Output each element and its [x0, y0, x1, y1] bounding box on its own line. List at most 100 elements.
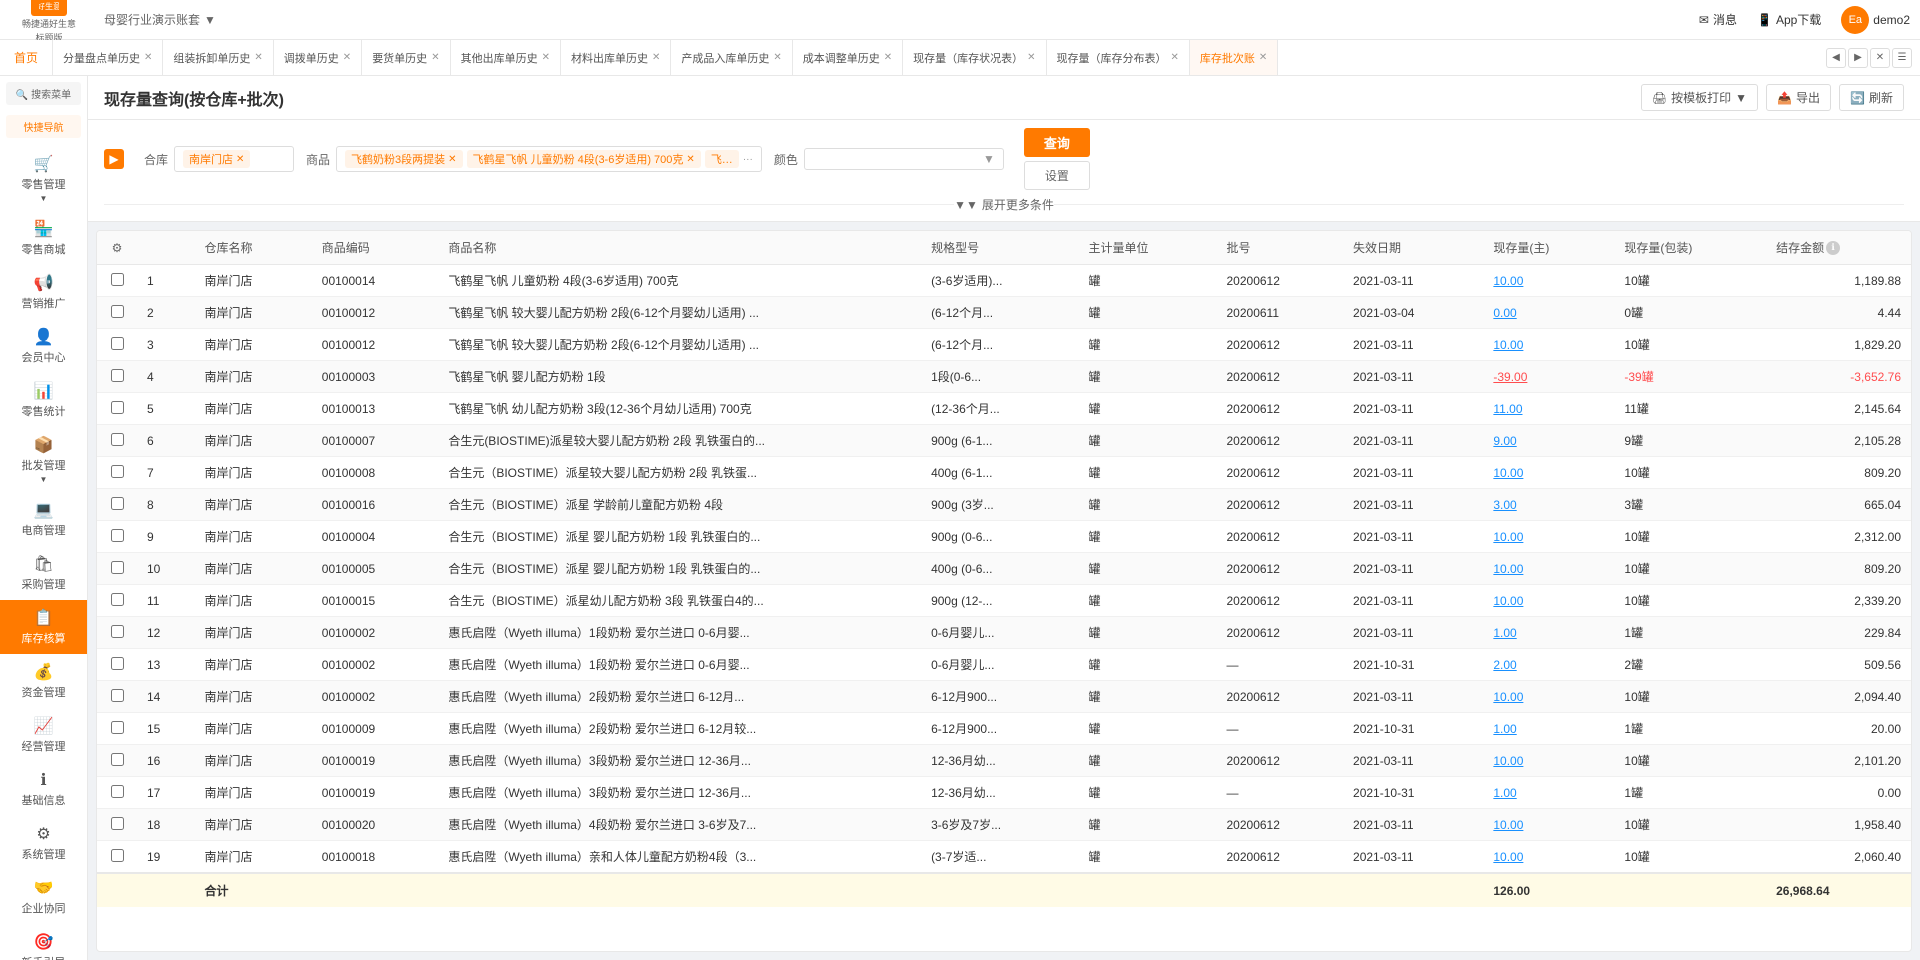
td-settings[interactable]: [97, 553, 137, 585]
td-qty-main[interactable]: 10.00: [1483, 457, 1614, 489]
product-tag-3[interactable]: 飞…: [705, 150, 739, 168]
product-tag-1-close[interactable]: ✕: [448, 154, 456, 165]
settings-btn[interactable]: 设置: [1024, 161, 1090, 190]
warehouse-tag[interactable]: 南岸门店 ✕: [183, 150, 250, 168]
row-checkbox[interactable]: [111, 849, 124, 862]
download-btn[interactable]: 📱 App下载: [1757, 11, 1821, 28]
td-settings[interactable]: [97, 489, 137, 521]
row-checkbox[interactable]: [111, 273, 124, 286]
tab-material-out[interactable]: 材料出库单历史 ✕: [561, 40, 671, 75]
tab-home[interactable]: 首页: [0, 40, 53, 75]
sidebar-shortcut[interactable]: 快捷导航: [6, 115, 81, 138]
expand-more-btn[interactable]: ▼▼ 展开更多条件: [954, 196, 1054, 213]
row-checkbox[interactable]: [111, 657, 124, 670]
row-checkbox[interactable]: [111, 465, 124, 478]
tab-menu-btn[interactable]: ☰: [1892, 48, 1912, 68]
td-settings[interactable]: [97, 585, 137, 617]
row-checkbox[interactable]: [111, 433, 124, 446]
tab-prev-btn[interactable]: ◀: [1826, 48, 1846, 68]
row-checkbox[interactable]: [111, 401, 124, 414]
td-qty-main[interactable]: 10.00: [1483, 809, 1614, 841]
tab-close[interactable]: ✕: [1259, 52, 1267, 63]
td-settings[interactable]: [97, 457, 137, 489]
product-tag-2[interactable]: 飞鹤星飞帆 儿童奶粉 4段(3-6岁适用) 700克 ✕: [467, 150, 701, 168]
refresh-btn[interactable]: 🔄 刷新: [1839, 84, 1904, 111]
tab-disassemble[interactable]: 组装拆卸单历史 ✕: [163, 40, 273, 75]
user-btn[interactable]: Ea demo2: [1841, 6, 1910, 34]
tab-stock-status[interactable]: 现存量（库存状况表） ✕: [903, 40, 1046, 75]
td-qty-main[interactable]: 11.00: [1483, 393, 1614, 425]
td-qty-main[interactable]: 10.00: [1483, 265, 1614, 297]
message-btn[interactable]: ✉ 消息: [1699, 11, 1737, 28]
filter-more-dots[interactable]: ···: [743, 154, 753, 165]
sidebar-item-retail-mgmt[interactable]: 🛒 零售管理 ▼: [0, 146, 87, 211]
td-qty-main[interactable]: 3.00: [1483, 489, 1614, 521]
sidebar-item-ecommerce[interactable]: 💻 电商管理: [0, 492, 87, 546]
tab-mix[interactable]: 调拨单历史 ✕: [274, 40, 362, 75]
sidebar-item-retail-stats[interactable]: 📊 零售统计: [0, 373, 87, 427]
tab-product-in[interactable]: 产成品入库单历史 ✕: [671, 40, 792, 75]
row-checkbox[interactable]: [111, 753, 124, 766]
template-print-btn[interactable]: 🖨 按模板打印 ▼: [1641, 84, 1758, 111]
warehouse-tag-close[interactable]: ✕: [236, 154, 244, 165]
td-settings[interactable]: [97, 649, 137, 681]
sidebar-item-member[interactable]: 👤 会员中心: [0, 319, 87, 373]
sidebar-item-enterprise[interactable]: 🤝 企业协同: [0, 870, 87, 924]
td-settings[interactable]: [97, 425, 137, 457]
td-qty-main[interactable]: 2.00: [1483, 649, 1614, 681]
sidebar-item-purchase[interactable]: 🛍 采购管理: [0, 546, 87, 600]
td-qty-main[interactable]: 10.00: [1483, 681, 1614, 713]
td-qty-main[interactable]: 10.00: [1483, 585, 1614, 617]
row-checkbox[interactable]: [111, 497, 124, 510]
td-settings[interactable]: [97, 361, 137, 393]
td-settings[interactable]: [97, 393, 137, 425]
td-settings[interactable]: [97, 841, 137, 874]
product-tag-1[interactable]: 飞鹤奶粉3段两提装 ✕: [345, 150, 463, 168]
td-settings[interactable]: [97, 809, 137, 841]
th-settings[interactable]: ⚙: [97, 231, 137, 265]
row-checkbox[interactable]: [111, 305, 124, 318]
td-qty-main[interactable]: 10.00: [1483, 841, 1614, 874]
query-btn[interactable]: 查询: [1024, 128, 1090, 157]
row-checkbox[interactable]: [111, 689, 124, 702]
tab-close[interactable]: ✕: [773, 52, 781, 63]
td-settings[interactable]: [97, 297, 137, 329]
export-btn[interactable]: 📤 导出: [1766, 84, 1831, 111]
row-checkbox[interactable]: [111, 369, 124, 382]
tab-other-out[interactable]: 其他出库单历史 ✕: [451, 40, 561, 75]
warehouse-filter-value[interactable]: 南岸门店 ✕: [174, 146, 294, 172]
row-checkbox[interactable]: [111, 721, 124, 734]
td-qty-main[interactable]: 10.00: [1483, 745, 1614, 777]
td-settings[interactable]: [97, 329, 137, 361]
td-settings[interactable]: [97, 521, 137, 553]
sidebar-item-retail-mall[interactable]: 🏪 零售商城: [0, 211, 87, 265]
td-qty-main[interactable]: 9.00: [1483, 425, 1614, 457]
sidebar-search[interactable]: 🔍 搜索菜单: [6, 82, 81, 105]
tab-batch-accounts[interactable]: 库存批次账 ✕: [1190, 40, 1278, 75]
td-qty-main[interactable]: 1.00: [1483, 617, 1614, 649]
sidebar-item-finance[interactable]: 💰 资金管理: [0, 654, 87, 708]
row-checkbox[interactable]: [111, 817, 124, 830]
sidebar-item-new-guide[interactable]: 🎯 新手引导: [0, 924, 87, 960]
sidebar-item-marketing[interactable]: 📢 营销推广: [0, 265, 87, 319]
row-checkbox[interactable]: [111, 593, 124, 606]
tab-close[interactable]: ✕: [254, 52, 262, 63]
tab-close[interactable]: ✕: [884, 52, 892, 63]
td-qty-main[interactable]: 10.00: [1483, 521, 1614, 553]
expand-filter-btn[interactable]: ▶: [104, 149, 124, 169]
tab-close[interactable]: ✕: [144, 52, 152, 63]
tab-close[interactable]: ✕: [652, 52, 660, 63]
tab-close-btn[interactable]: ✕: [1870, 48, 1890, 68]
td-settings[interactable]: [97, 713, 137, 745]
row-checkbox[interactable]: [111, 529, 124, 542]
tab-close[interactable]: ✕: [1171, 52, 1179, 63]
sidebar-item-system[interactable]: ⚙ 系统管理: [0, 816, 87, 870]
color-filter-value[interactable]: ▼: [804, 148, 1004, 170]
tab-stock-dist[interactable]: 现存量（库存分布表） ✕: [1047, 40, 1190, 75]
row-checkbox[interactable]: [111, 337, 124, 350]
row-checkbox[interactable]: [111, 561, 124, 574]
td-settings[interactable]: [97, 681, 137, 713]
sidebar-item-operation[interactable]: 📈 经营管理: [0, 708, 87, 762]
row-checkbox[interactable]: [111, 625, 124, 638]
td-settings[interactable]: [97, 265, 137, 297]
